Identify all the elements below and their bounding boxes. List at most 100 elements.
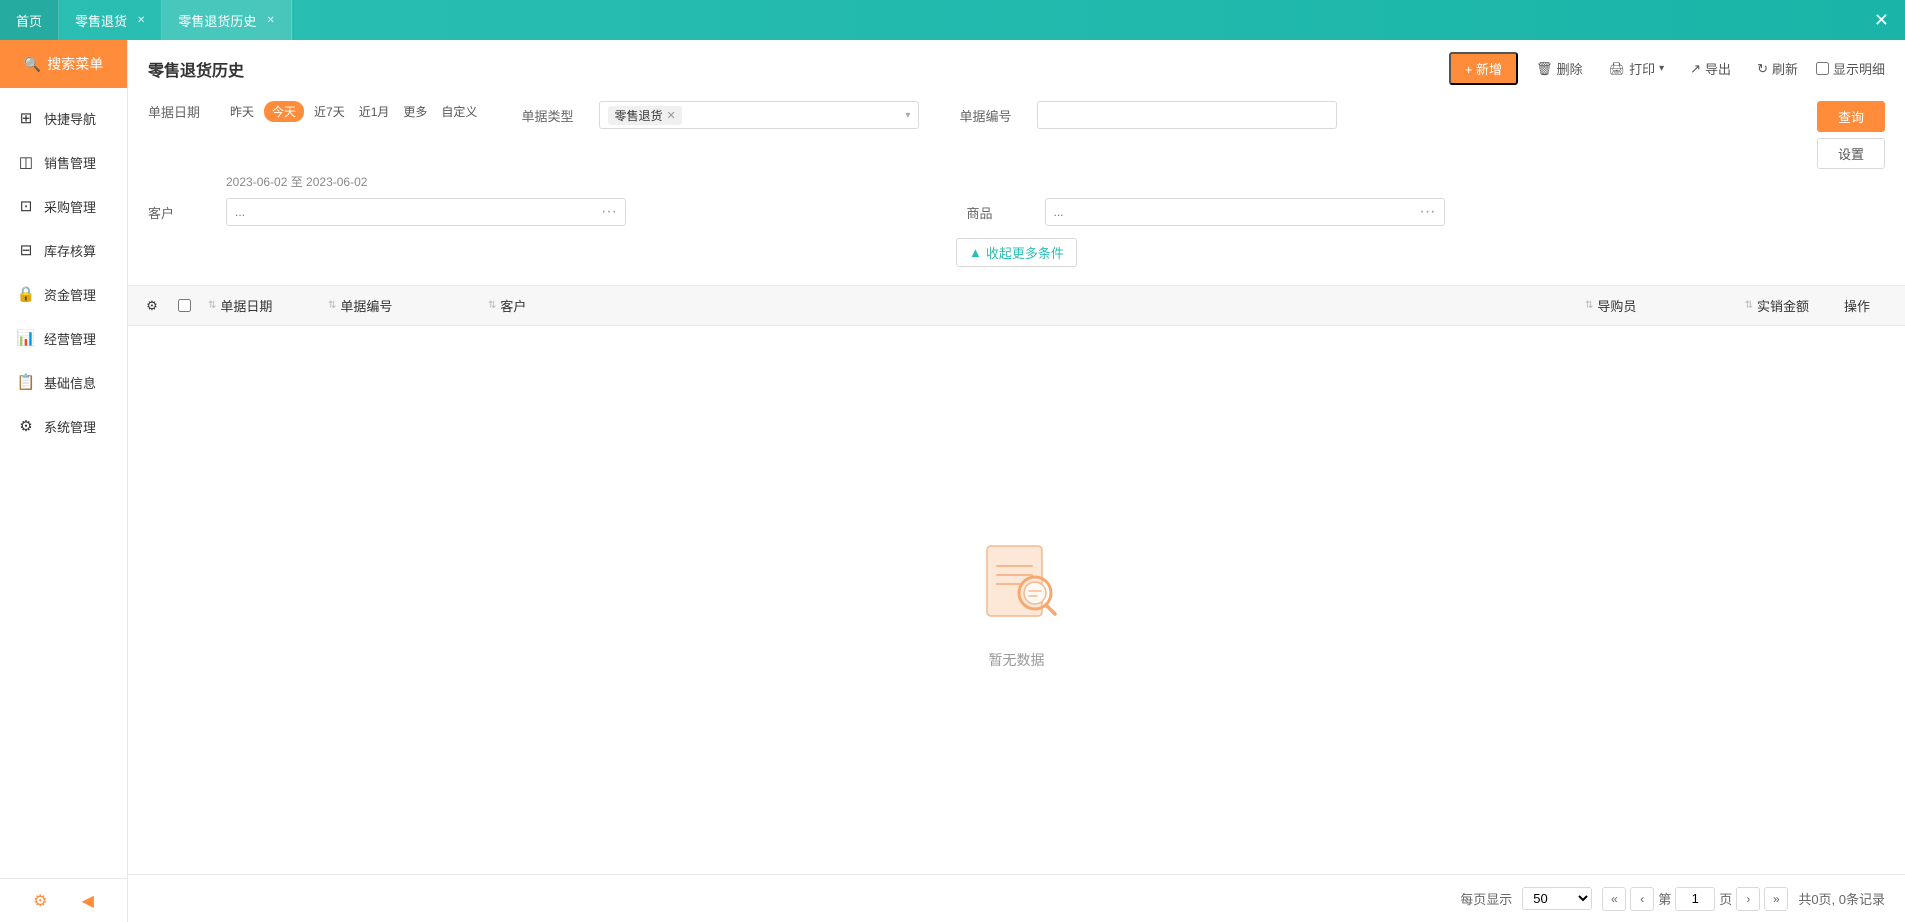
tab-retail-return-label: 零售退货 [75,11,127,30]
date-opt-custom[interactable]: 自定义 [437,101,481,122]
show-detail-label: 显示明细 [1833,59,1885,78]
sidebar-item-quick-nav[interactable]: ⊞ 快捷导航 [0,96,127,140]
empty-state: 暂无数据 [128,326,1905,874]
print-button-label: 打印 [1629,59,1655,78]
date-range-display: 2023-06-02 至 2023-06-02 [226,173,367,190]
show-detail-checkbox-wrap[interactable]: 显示明细 [1816,59,1885,78]
doc-no-input-wrap [1037,101,1337,129]
sidebar-nav: ⊞ 快捷导航 ◫ 销售管理 ⊡ 采购管理 ⊟ 库存核算 🔒 资金管理 📊 经营管 [0,88,127,878]
per-page-select[interactable]: 50 10 20 100 [1522,887,1592,910]
settings-icon: ⚙ [146,298,158,314]
sidebar-item-operations-label: 经营管理 [44,329,96,348]
doc-type-tag-close[interactable]: ✕ [666,109,675,122]
print-button[interactable]: 🖨 打印 ▾ [1601,55,1673,82]
sidebar-gear-btn[interactable]: ⚙ [33,891,47,911]
sidebar-item-operations[interactable]: 📊 经营管理 [0,316,127,360]
sidebar-collapse-btn[interactable]: ◀ [82,891,94,911]
collapse-chevron-icon: ▲ [969,245,982,260]
tab-retail-return-history-close[interactable]: ✕ [266,15,274,26]
customer-input[interactable] [235,205,601,219]
sidebar-item-purchase-mgmt[interactable]: ⊡ 采购管理 [0,184,127,228]
th-docno: ⇅ 单据编号 [320,296,480,315]
query-button[interactable]: 查询 [1817,101,1885,132]
delete-button[interactable]: 🗑 删除 [1528,55,1591,82]
th-date-label: 单据日期 [220,296,272,315]
search-menu-btn[interactable]: 🔍 搜索菜单 [0,40,127,88]
delete-icon: 🗑 [1536,61,1553,77]
page-prev-btn[interactable]: ‹ [1630,887,1654,911]
top-bar: 首页 零售退货 ✕ 零售退货历史 ✕ ✕ [0,0,1905,40]
new-button[interactable]: + 新增 [1449,52,1518,85]
tab-retail-return[interactable]: 零售退货 ✕ [59,0,162,40]
export-button[interactable]: ↗ 导出 [1682,55,1739,82]
export-button-label: 导出 [1705,59,1731,78]
date-opt-7days[interactable]: 近7天 [310,101,349,122]
table-select-all[interactable] [168,299,200,312]
product-input[interactable] [1054,205,1420,219]
page-first-btn[interactable]: « [1602,887,1626,911]
doc-type-tag: 零售退货 ✕ [608,106,681,125]
doc-type-label: 单据类型 [521,106,591,125]
search-icon: 🔍 [24,56,41,73]
page-title-row: 零售退货历史 + 新增 🗑 删除 🖨 打印 ▾ ↗ [148,52,1885,85]
sidebar-item-finance[interactable]: 🔒 资金管理 [0,272,127,316]
sidebar-item-inventory[interactable]: ⊟ 库存核算 [0,228,127,272]
sidebar-item-basic-info[interactable]: 📋 基础信息 [0,360,127,404]
doc-no-label: 单据编号 [959,106,1029,125]
pagination-nav: « ‹ 第 页 › » [1602,887,1788,911]
tab-retail-return-history-label: 零售退货历史 [178,11,256,30]
table-settings-btn[interactable]: ⚙ [136,298,168,314]
system-mgmt-icon: ⚙ [16,416,36,436]
table-container: ⚙ ⇅ 单据日期 ⇅ 单据编号 ⇅ 客户 ⇅ [128,286,1905,874]
page-input[interactable] [1675,887,1715,911]
sidebar-item-sales-mgmt[interactable]: ◫ 销售管理 [0,140,127,184]
th-amount: ⇅ 实销金额 [1697,296,1817,315]
delete-button-label: 删除 [1557,59,1583,78]
show-detail-checkbox[interactable] [1816,62,1829,75]
new-button-label: + 新增 [1465,59,1502,78]
th-docno-label: 单据编号 [340,296,392,315]
tab-list: 首页 零售退货 ✕ 零售退货历史 ✕ [0,0,1874,40]
page-last-btn[interactable]: » [1764,887,1788,911]
operations-icon: 📊 [16,328,36,348]
inventory-icon: ⊟ [16,240,36,260]
product-input-wrap: ··· [1045,198,1445,226]
th-customer-label: 客户 [500,296,526,315]
set-button[interactable]: 设置 [1817,138,1885,169]
page-title: 零售退货历史 [148,57,244,81]
sidebar-item-purchase-mgmt-label: 采购管理 [44,197,96,216]
refresh-button[interactable]: ↻ 刷新 [1749,55,1806,82]
date-opt-more[interactable]: 更多 [399,101,431,122]
doc-type-select[interactable]: 零售退货 ✕ ▾ [599,101,919,129]
product-dots-btn[interactable]: ··· [1420,203,1436,221]
th-actions-label: 操作 [1844,296,1870,315]
customer-label: 客户 [148,203,218,222]
date-opt-today[interactable]: 今天 [264,101,304,122]
refresh-button-label: 刷新 [1772,59,1798,78]
customer-dots-btn[interactable]: ··· [601,203,617,221]
collapse-btn[interactable]: ▲ 收起更多条件 [956,238,1077,267]
page-label: 第 [1658,889,1671,908]
toolbar: + 新增 🗑 删除 🖨 打印 ▾ ↗ 导出 [1449,52,1885,85]
doc-no-input[interactable] [1046,108,1328,122]
tab-retail-return-history[interactable]: 零售退货历史 ✕ [162,0,291,40]
date-opt-1month[interactable]: 近1月 [355,101,394,122]
sidebar-item-basic-info-label: 基础信息 [44,373,96,392]
page-next-btn[interactable]: › [1736,887,1760,911]
th-date: ⇅ 单据日期 [200,296,320,315]
pagination-summary: 共0页, 0条记录 [1798,889,1885,908]
customer-input-wrap: ··· [226,198,626,226]
date-opt-yesterday[interactable]: 昨天 [226,101,258,122]
doc-type-dropdown-icon: ▾ [905,110,910,121]
doc-type-tag-label: 零售退货 [614,107,662,124]
topbar-close[interactable]: ✕ [1874,10,1905,31]
sidebar-bottom: ⚙ ◀ [0,878,127,922]
sidebar-item-system-mgmt[interactable]: ⚙ 系统管理 [0,404,127,448]
collapse-row: ▲ 收起更多条件 [148,230,1885,275]
select-all-checkbox[interactable] [178,299,191,312]
sort-asc-icon: ⇅ [208,300,216,311]
tab-home[interactable]: 首页 [0,0,59,40]
tab-retail-return-close[interactable]: ✕ [137,15,145,26]
sidebar-item-finance-label: 资金管理 [44,285,96,304]
refresh-icon: ↻ [1757,61,1768,77]
